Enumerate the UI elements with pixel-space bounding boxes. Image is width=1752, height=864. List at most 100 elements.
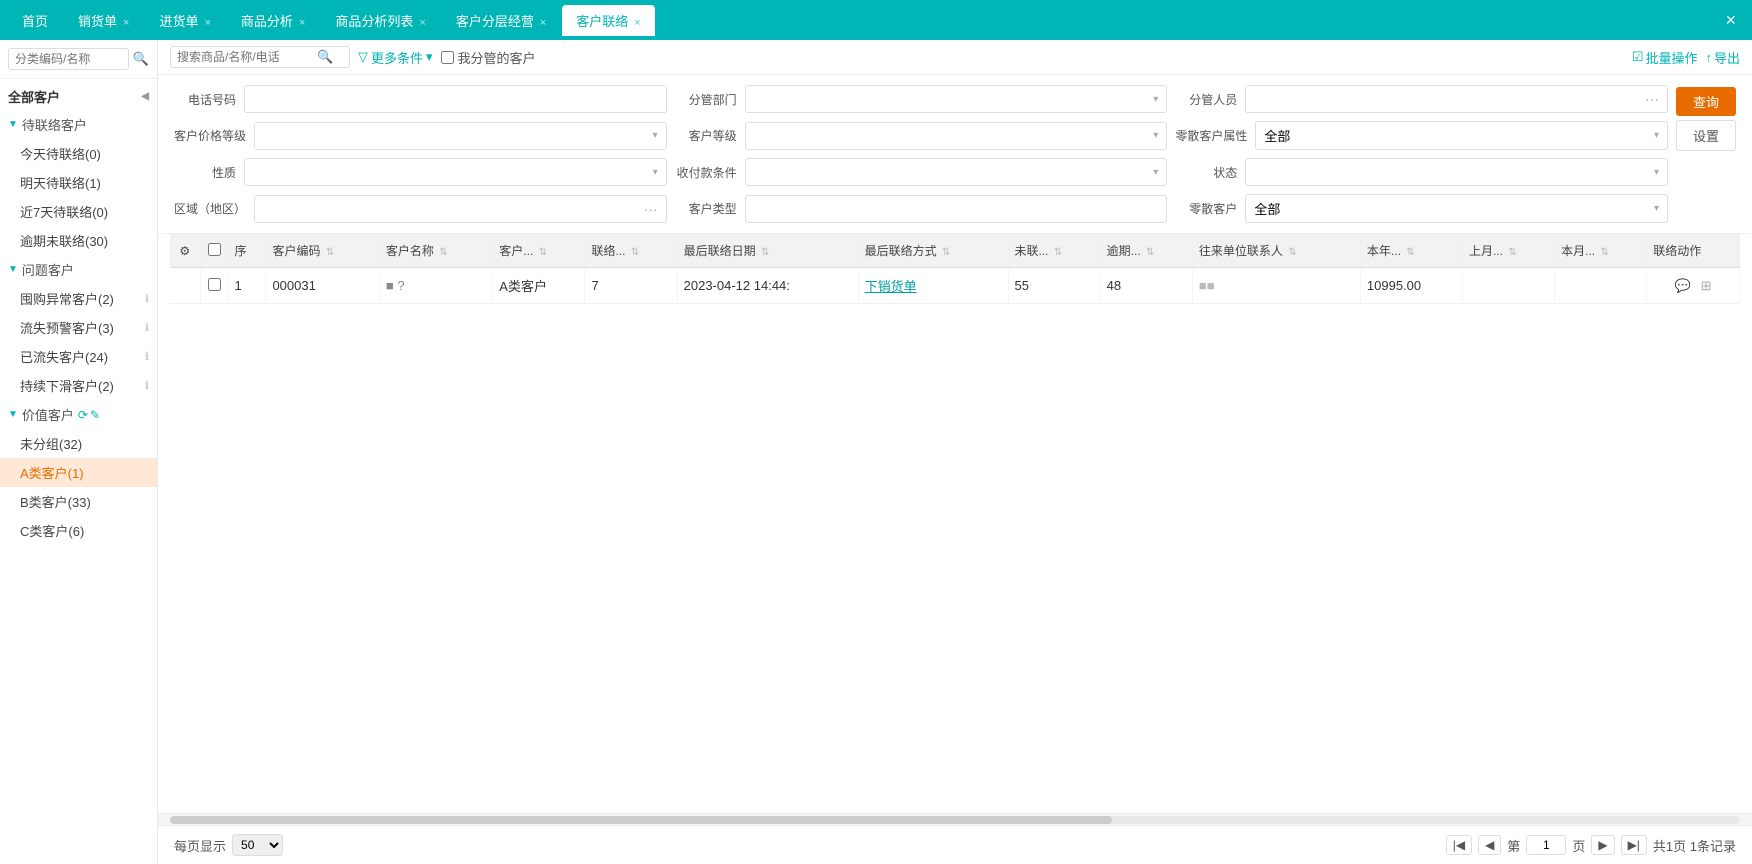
collapse-sidebar-icon[interactable]: ◀ [141,91,149,102]
price-level-chevron-icon: ▾ [653,130,658,141]
col-not-contacted[interactable]: 未联... ⇅ [1008,234,1100,268]
col-name[interactable]: 客户名称 ⇅ [379,234,492,268]
col-this-month[interactable]: 本月... ⇅ [1555,234,1647,268]
pagination: 每页显示 50 100 200 |◀ ◀ 第 页 ▶ ▶| 共1页 1条记录 [158,825,1752,864]
toolbar-search-input[interactable] [177,50,317,64]
sidebar-item-overdue-contact[interactable]: 逾期未联络(30) [0,226,157,255]
close-product-analysis-icon[interactable]: × [299,17,305,29]
contact-icon[interactable]: 💬 [1675,278,1691,293]
row-actions[interactable]: 💬 ⊞ [1647,268,1740,304]
nav-purchase-order[interactable]: 进货单× [145,5,224,36]
all-customers-label: 全部客户 [8,87,60,106]
close-customer-contact-icon[interactable]: × [634,17,640,29]
sidebar-item-class-b[interactable]: B类客户(33) [0,487,157,516]
sidebar-item-churn-warning[interactable]: 流失预警客户(3) ℹ [0,313,157,342]
sidebar-item-churned[interactable]: 已流失客户(24) ℹ [0,342,157,371]
row-name[interactable]: ■ ? [379,268,492,304]
my-customers-checkbox-label[interactable]: 我分管的客户 [441,48,536,67]
filter-icon: ▽ [358,49,368,65]
sidebar-item-class-a[interactable]: A类客户(1) [0,458,157,487]
add-value-group-icon[interactable]: ⟳ [78,408,88,422]
arrow-icon: ▼ [8,119,18,130]
col-contact-count[interactable]: 联络... ⇅ [585,234,677,268]
nav-customer-contact[interactable]: 客户联络× [562,5,654,36]
col-type[interactable]: 客户... ⇅ [493,234,585,268]
col-this-year[interactable]: 本年... ⇅ [1360,234,1462,268]
prev-page-button[interactable]: ◀ [1478,835,1501,855]
nature-chevron-icon: ▾ [653,167,658,178]
nav-customer-segment[interactable]: 客户分层经营× [442,5,560,36]
grid-action-icon[interactable]: ⊞ [1701,278,1712,293]
scrollbar-thumb[interactable] [170,816,1112,824]
sidebar-item-declining[interactable]: 持续下滑客户(2) ℹ [0,371,157,400]
sidebar-item-tomorrow-contact[interactable]: 明天待联络(1) [0,168,157,197]
col-code[interactable]: 客户编码 ⇅ [266,234,379,268]
row-select-checkbox[interactable] [208,278,221,291]
customer-level-select[interactable]: ▾ [745,122,1168,150]
region-input[interactable]: ··· [254,195,667,223]
col-gear[interactable]: ⚙ [170,234,200,268]
col-checkbox[interactable] [200,234,228,268]
retail-customer-select[interactable]: 全部 ▾ [1245,194,1668,223]
last-page-button[interactable]: ▶| [1621,835,1647,855]
retail-attr-select[interactable]: 全部 ▾ [1255,121,1668,150]
nav-product-analysis-list[interactable]: 商品分析列表× [321,5,439,36]
toolbar-search-icon[interactable]: 🔍 [317,49,333,65]
filter-price-level: 客户价格等级 ▾ [174,122,667,150]
close-purchase-order-icon[interactable]: × [204,17,210,29]
customer-type-input[interactable] [745,195,1168,223]
close-customer-segment-icon[interactable]: × [540,17,546,29]
all-customers-header[interactable]: 全部客户 ◀ [0,79,157,110]
sidebar-search-area: 🔍 [0,40,157,79]
close-product-analysis-list-icon[interactable]: × [419,17,425,29]
row-checkbox[interactable] [200,268,228,304]
group-pending-contact[interactable]: ▼ 待联络客户 [0,110,157,139]
my-customers-checkbox[interactable] [441,51,454,64]
dept-select[interactable]: ▾ [745,85,1168,113]
person-input[interactable]: ··· [1245,85,1668,113]
first-page-button[interactable]: |◀ [1446,835,1472,855]
query-button[interactable]: 查询 [1676,87,1736,116]
nav-sales-order[interactable]: 销货单× [64,5,143,36]
group-value-customers[interactable]: ▼ 价值客户 ⟳ ✎ [0,400,157,429]
sidebar-item-unclassified[interactable]: 未分组(32) [0,429,157,458]
sidebar-item-7days-contact[interactable]: 近7天待联络(0) [0,197,157,226]
sidebar-search-icon[interactable]: 🔍 [133,51,149,67]
phone-input[interactable] [244,85,667,113]
sidebar-item-today-contact[interactable]: 今天待联络(0) [0,139,157,168]
filter-retail-attr: 零散客户属性 全部 ▾ [1175,121,1668,150]
select-all-checkbox[interactable] [208,243,221,256]
payment-select[interactable]: ▾ [745,158,1168,186]
batch-operation-button[interactable]: ☑ 批量操作 [1632,48,1698,67]
nav-home[interactable]: 首页 [8,5,62,36]
filter-panel: 电话号码 分管部门 ▾ 分管人员 [158,75,1752,234]
col-last-date[interactable]: 最后联络日期 ⇅ [677,234,858,268]
sidebar-search-input[interactable] [8,48,129,70]
horizontal-scrollbar[interactable] [158,813,1752,825]
retail-attr-chevron-icon: ▾ [1654,130,1659,141]
nature-select[interactable]: ▾ [244,158,667,186]
setting-button[interactable]: 设置 [1676,120,1736,151]
close-sales-order-icon[interactable]: × [123,17,129,29]
status-select[interactable]: ▾ [1245,158,1668,186]
price-level-select[interactable]: ▾ [254,122,667,150]
col-overdue[interactable]: 逾期... ⇅ [1100,234,1192,268]
row-code[interactable]: 000031 [266,268,379,304]
next-page-button[interactable]: ▶ [1591,835,1614,855]
group-problem-label: 问题客户 [22,260,74,279]
nav-product-analysis[interactable]: 商品分析× [227,5,319,36]
page-size-select[interactable]: 50 100 200 [232,834,283,856]
group-problem-customers[interactable]: ▼ 问题客户 [0,255,157,284]
page-number-input[interactable] [1526,835,1566,855]
sidebar-item-class-c[interactable]: C类客户(6) [0,516,157,545]
sidebar-item-hoarding[interactable]: 囤购异常客户(2) ℹ [0,284,157,313]
col-unit-contact[interactable]: 往来单位联系人 ⇅ [1192,234,1360,268]
close-window-button[interactable]: × [1717,10,1744,31]
row-last-method[interactable]: 下销货单 [858,268,1008,304]
edit-value-group-icon[interactable]: ✎ [90,408,100,422]
col-last-month[interactable]: 上月... ⇅ [1462,234,1554,268]
export-button[interactable]: ↑ 导出 [1705,48,1740,67]
more-filters-button[interactable]: ▽ 更多条件 ▾ [358,48,433,67]
col-last-method[interactable]: 最后联络方式 ⇅ [858,234,1008,268]
info-icon-3: ℹ [145,350,149,363]
